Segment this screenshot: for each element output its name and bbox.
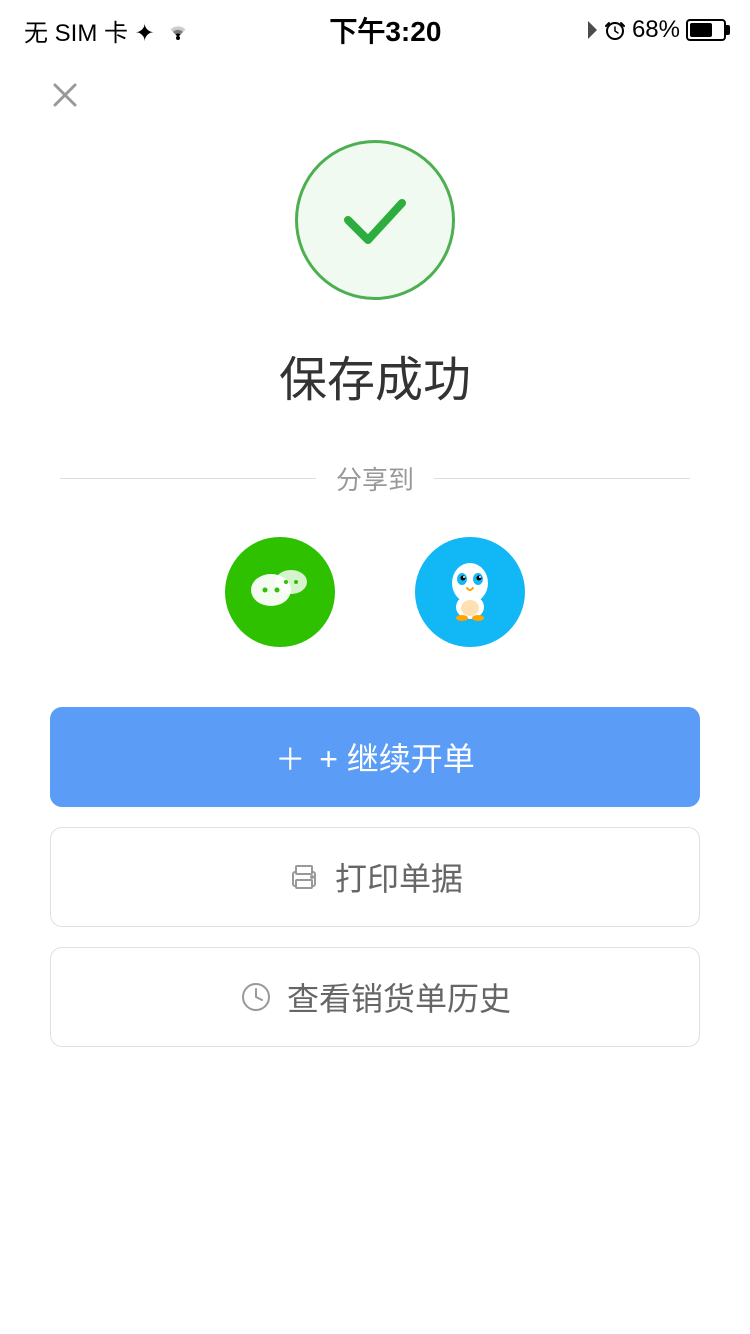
status-right: 68% [578, 16, 726, 44]
wechat-share-button[interactable] [225, 537, 335, 647]
action-buttons: ＋ + 继续开单 打印单据 查看销货单历史 [50, 707, 700, 1047]
success-icon-circle [295, 140, 455, 300]
continue-icon: ＋ [275, 735, 305, 779]
no-sim-text: 无 SIM 卡 ✦ [24, 13, 155, 48]
history-label: 查看销货单历史 [287, 974, 511, 1020]
divider-left [60, 478, 316, 479]
print-button[interactable]: 打印单据 [50, 827, 700, 927]
qq-icon [438, 557, 503, 627]
battery-indicator [686, 19, 726, 41]
share-icons-container [225, 537, 525, 647]
share-section: 分享到 [0, 460, 750, 647]
print-label: 打印单据 [335, 854, 463, 900]
status-left: 无 SIM 卡 ✦ [24, 13, 193, 48]
share-divider: 分享到 [0, 460, 750, 497]
alarm-icon [604, 19, 626, 41]
wifi-icon [163, 19, 193, 41]
history-button[interactable]: 查看销货单历史 [50, 947, 700, 1047]
close-button[interactable] [40, 70, 90, 120]
status-bar: 无 SIM 卡 ✦ 下午3:20 68% [0, 0, 750, 60]
continue-button[interactable]: ＋ + 继续开单 [50, 707, 700, 807]
qq-share-button[interactable] [415, 537, 525, 647]
location-icon [578, 20, 598, 40]
divider-right [434, 478, 690, 479]
main-content: 保存成功 分享到 [0, 60, 750, 1047]
success-title: 保存成功 [279, 340, 471, 410]
status-time: 下午3:20 [329, 10, 441, 50]
print-icon [287, 860, 321, 894]
wechat-icon [245, 562, 315, 622]
history-icon [239, 980, 273, 1014]
battery-percent: 68% [632, 16, 680, 44]
share-label: 分享到 [336, 460, 414, 497]
checkmark-icon [330, 175, 420, 265]
continue-label: + 继续开单 [319, 734, 475, 780]
